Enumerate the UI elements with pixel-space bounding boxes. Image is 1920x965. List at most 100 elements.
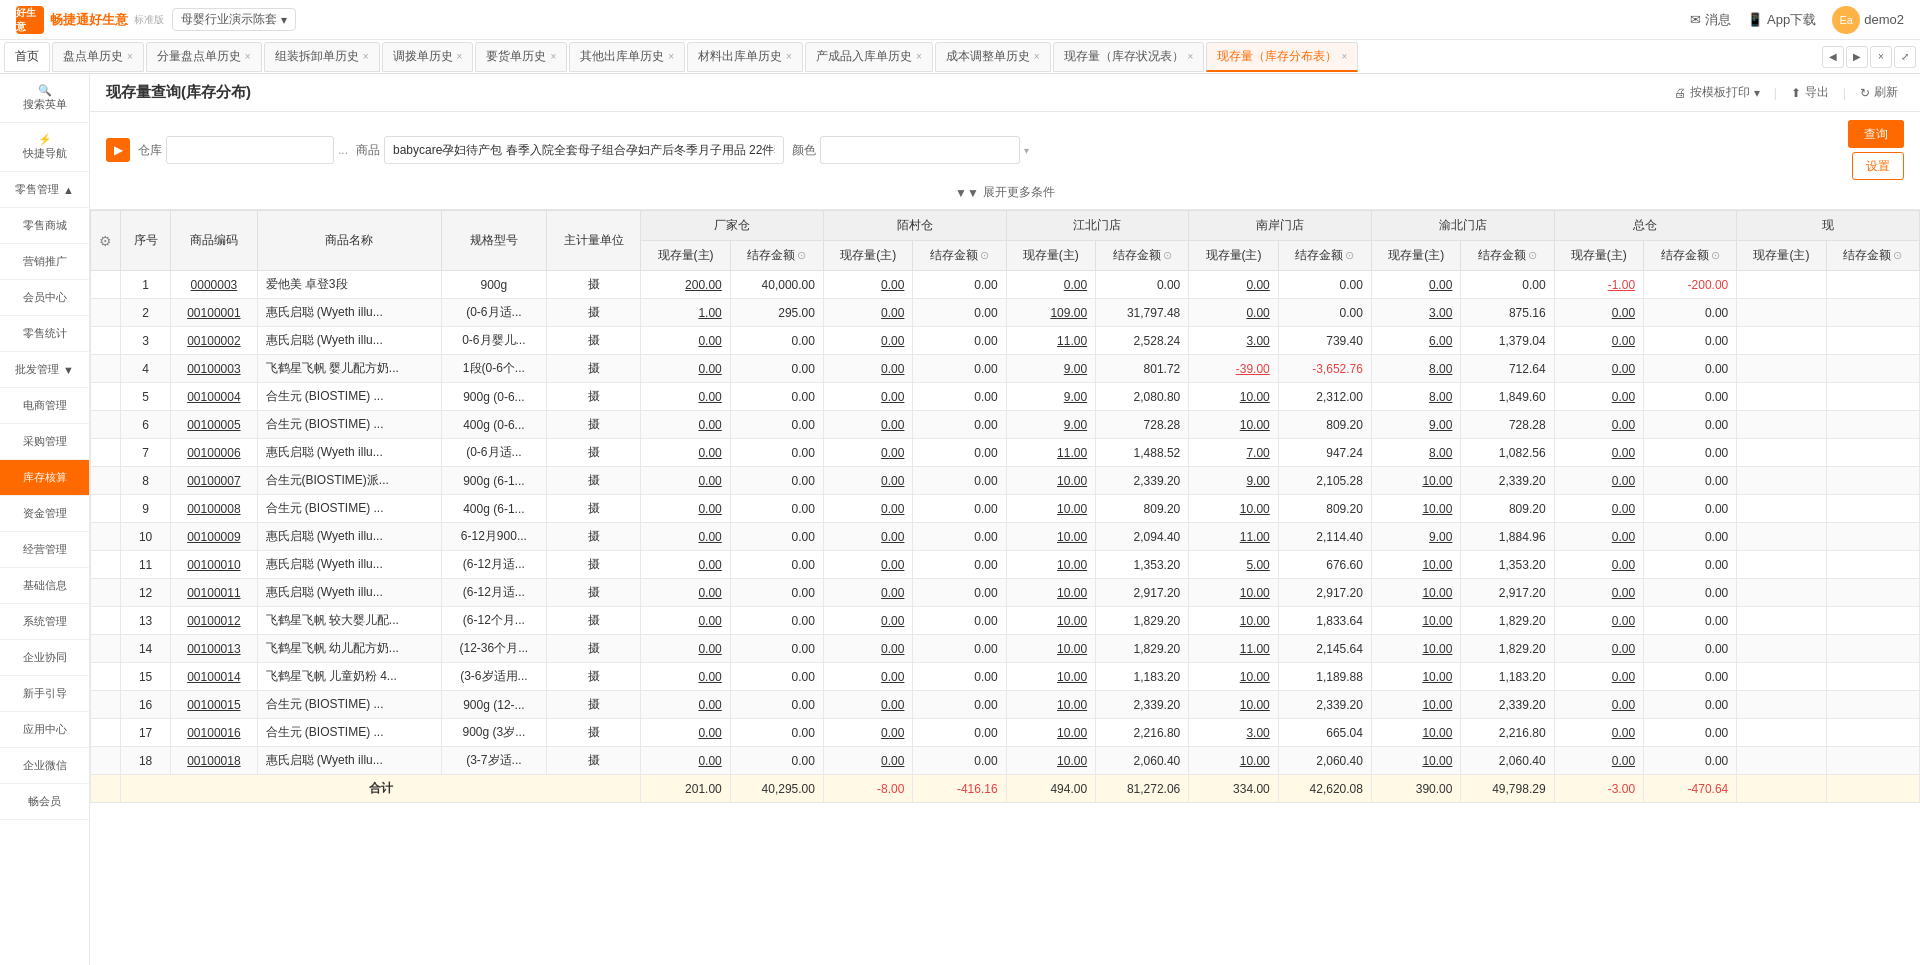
row-jb-qty[interactable]: 9.00 bbox=[1006, 355, 1095, 383]
row-mc-qty[interactable]: 0.00 bbox=[823, 579, 912, 607]
row-na-qty[interactable]: 0.00 bbox=[1189, 299, 1278, 327]
info-icon[interactable]: ⊙ bbox=[797, 249, 806, 261]
row-total-qty[interactable]: 0.00 bbox=[1554, 383, 1643, 411]
row-mc-qty[interactable]: 0.00 bbox=[823, 607, 912, 635]
tab-next-btn[interactable]: ▶ bbox=[1846, 46, 1868, 68]
row-total-qty[interactable]: 0.00 bbox=[1554, 719, 1643, 747]
row-yb-qty[interactable]: 10.00 bbox=[1371, 747, 1460, 775]
row-na-qty[interactable]: 10.00 bbox=[1189, 747, 1278, 775]
row-fc-qty[interactable]: 0.00 bbox=[641, 635, 730, 663]
sidebar-item-system[interactable]: 系统管理 bbox=[0, 604, 89, 640]
export-btn[interactable]: ⬆ 导出 bbox=[1785, 82, 1835, 103]
messages-btn[interactable]: ✉ 消息 bbox=[1690, 11, 1731, 29]
warehouse-input[interactable] bbox=[166, 136, 334, 164]
tab-close-icon[interactable]: × bbox=[1341, 51, 1347, 62]
row-fc-qty[interactable]: 0.00 bbox=[641, 663, 730, 691]
tab-成本调整单历史[interactable]: 成本调整单历史 × bbox=[935, 42, 1051, 72]
sidebar-item-finance[interactable]: 资金管理 bbox=[0, 496, 89, 532]
row-mc-qty[interactable]: 0.00 bbox=[823, 551, 912, 579]
row-code[interactable]: 00100002 bbox=[171, 327, 257, 355]
sidebar-item-quicknav[interactable]: ⚡ 快捷导航 bbox=[0, 123, 89, 172]
row-total-qty[interactable]: 0.00 bbox=[1554, 411, 1643, 439]
row-fc-qty[interactable]: 0.00 bbox=[641, 691, 730, 719]
row-fc-qty[interactable]: 0.00 bbox=[641, 383, 730, 411]
sidebar-item-operations[interactable]: 经营管理 bbox=[0, 532, 89, 568]
sidebar-item-wholesale[interactable]: 批发管理 ▼ bbox=[0, 352, 89, 388]
row-total-qty[interactable]: 0.00 bbox=[1554, 467, 1643, 495]
row-na-qty[interactable]: -39.00 bbox=[1189, 355, 1278, 383]
row-code[interactable]: 00100013 bbox=[171, 635, 257, 663]
row-na-qty[interactable]: 10.00 bbox=[1189, 383, 1278, 411]
row-total-qty[interactable]: 0.00 bbox=[1554, 327, 1643, 355]
info-icon[interactable]: ⊙ bbox=[1345, 249, 1354, 261]
row-mc-qty[interactable]: 0.00 bbox=[823, 383, 912, 411]
row-total-qty[interactable]: 0.00 bbox=[1554, 579, 1643, 607]
row-fc-qty[interactable]: 0.00 bbox=[641, 747, 730, 775]
row-fc-qty[interactable]: 0.00 bbox=[641, 719, 730, 747]
tab-close-icon[interactable]: × bbox=[457, 51, 463, 62]
row-jb-qty[interactable]: 10.00 bbox=[1006, 495, 1095, 523]
row-code[interactable]: 00100011 bbox=[171, 579, 257, 607]
row-total-qty[interactable]: 0.00 bbox=[1554, 439, 1643, 467]
row-total-qty[interactable]: 0.00 bbox=[1554, 663, 1643, 691]
row-yb-qty[interactable]: 10.00 bbox=[1371, 691, 1460, 719]
row-yb-qty[interactable]: 8.00 bbox=[1371, 439, 1460, 467]
row-mc-qty[interactable]: 0.00 bbox=[823, 299, 912, 327]
row-yb-qty[interactable]: 6.00 bbox=[1371, 327, 1460, 355]
row-jb-qty[interactable]: 11.00 bbox=[1006, 327, 1095, 355]
app-download-btn[interactable]: 📱 App下载 bbox=[1747, 11, 1816, 29]
tab-分量盘点单历史[interactable]: 分量盘点单历史 × bbox=[146, 42, 262, 72]
sidebar-item-ecommerce[interactable]: 电商管理 bbox=[0, 388, 89, 424]
row-fc-qty[interactable]: 0.00 bbox=[641, 355, 730, 383]
info-icon[interactable]: ⊙ bbox=[1893, 249, 1902, 261]
row-na-qty[interactable]: 5.00 bbox=[1189, 551, 1278, 579]
tab-close-icon[interactable]: × bbox=[668, 51, 674, 62]
tab-close-icon[interactable]: × bbox=[786, 51, 792, 62]
row-code[interactable]: 00100015 bbox=[171, 691, 257, 719]
row-fc-qty[interactable]: 0.00 bbox=[641, 495, 730, 523]
row-total-qty[interactable]: 0.00 bbox=[1554, 635, 1643, 663]
row-yb-qty[interactable]: 10.00 bbox=[1371, 635, 1460, 663]
row-total-qty[interactable]: 0.00 bbox=[1554, 299, 1643, 327]
row-yb-qty[interactable]: 10.00 bbox=[1371, 495, 1460, 523]
row-fc-qty[interactable]: 0.00 bbox=[641, 551, 730, 579]
tab-盘点单历史[interactable]: 盘点单历史 × bbox=[52, 42, 144, 72]
sidebar-item-basics[interactable]: 基础信息 bbox=[0, 568, 89, 604]
sidebar-item-inventory[interactable]: 库存核算 bbox=[0, 460, 89, 496]
row-jb-qty[interactable]: 10.00 bbox=[1006, 579, 1095, 607]
row-fc-qty[interactable]: 0.00 bbox=[641, 607, 730, 635]
tab-more-btn[interactable]: ⤢ bbox=[1894, 46, 1916, 68]
row-mc-qty[interactable]: 0.00 bbox=[823, 327, 912, 355]
row-code[interactable]: 00100001 bbox=[171, 299, 257, 327]
row-yb-qty[interactable]: 10.00 bbox=[1371, 663, 1460, 691]
row-na-qty[interactable]: 0.00 bbox=[1189, 271, 1278, 299]
settings-button[interactable]: 设置 bbox=[1852, 152, 1904, 180]
sidebar-item-marketing[interactable]: 营销推广 bbox=[0, 244, 89, 280]
row-total-qty[interactable]: -1.00 bbox=[1554, 271, 1643, 299]
row-yb-qty[interactable]: 10.00 bbox=[1371, 467, 1460, 495]
tab-材料出库单历史[interactable]: 材料出库单历史 × bbox=[687, 42, 803, 72]
row-mc-qty[interactable]: 0.00 bbox=[823, 355, 912, 383]
row-fc-qty[interactable]: 1.00 bbox=[641, 299, 730, 327]
row-na-qty[interactable]: 3.00 bbox=[1189, 327, 1278, 355]
row-fc-qty[interactable]: 0.00 bbox=[641, 439, 730, 467]
row-code[interactable]: 00100016 bbox=[171, 719, 257, 747]
row-mc-qty[interactable]: 0.00 bbox=[823, 719, 912, 747]
row-yb-qty[interactable]: 0.00 bbox=[1371, 271, 1460, 299]
row-yb-qty[interactable]: 8.00 bbox=[1371, 355, 1460, 383]
row-yb-qty[interactable]: 9.00 bbox=[1371, 523, 1460, 551]
row-jb-qty[interactable]: 10.00 bbox=[1006, 663, 1095, 691]
row-jb-qty[interactable]: 109.00 bbox=[1006, 299, 1095, 327]
row-jb-qty[interactable]: 10.00 bbox=[1006, 719, 1095, 747]
tab-prev-btn[interactable]: ◀ bbox=[1822, 46, 1844, 68]
row-mc-qty[interactable]: 0.00 bbox=[823, 635, 912, 663]
row-yb-qty[interactable]: 3.00 bbox=[1371, 299, 1460, 327]
row-code[interactable]: 00100007 bbox=[171, 467, 257, 495]
row-code[interactable]: 00100003 bbox=[171, 355, 257, 383]
row-code[interactable]: 00100018 bbox=[171, 747, 257, 775]
row-jb-qty[interactable]: 11.00 bbox=[1006, 439, 1095, 467]
row-yb-qty[interactable]: 10.00 bbox=[1371, 551, 1460, 579]
sidebar-item-retail-mall[interactable]: 零售商城 bbox=[0, 208, 89, 244]
row-yb-qty[interactable]: 10.00 bbox=[1371, 579, 1460, 607]
row-code[interactable]: 00100008 bbox=[171, 495, 257, 523]
